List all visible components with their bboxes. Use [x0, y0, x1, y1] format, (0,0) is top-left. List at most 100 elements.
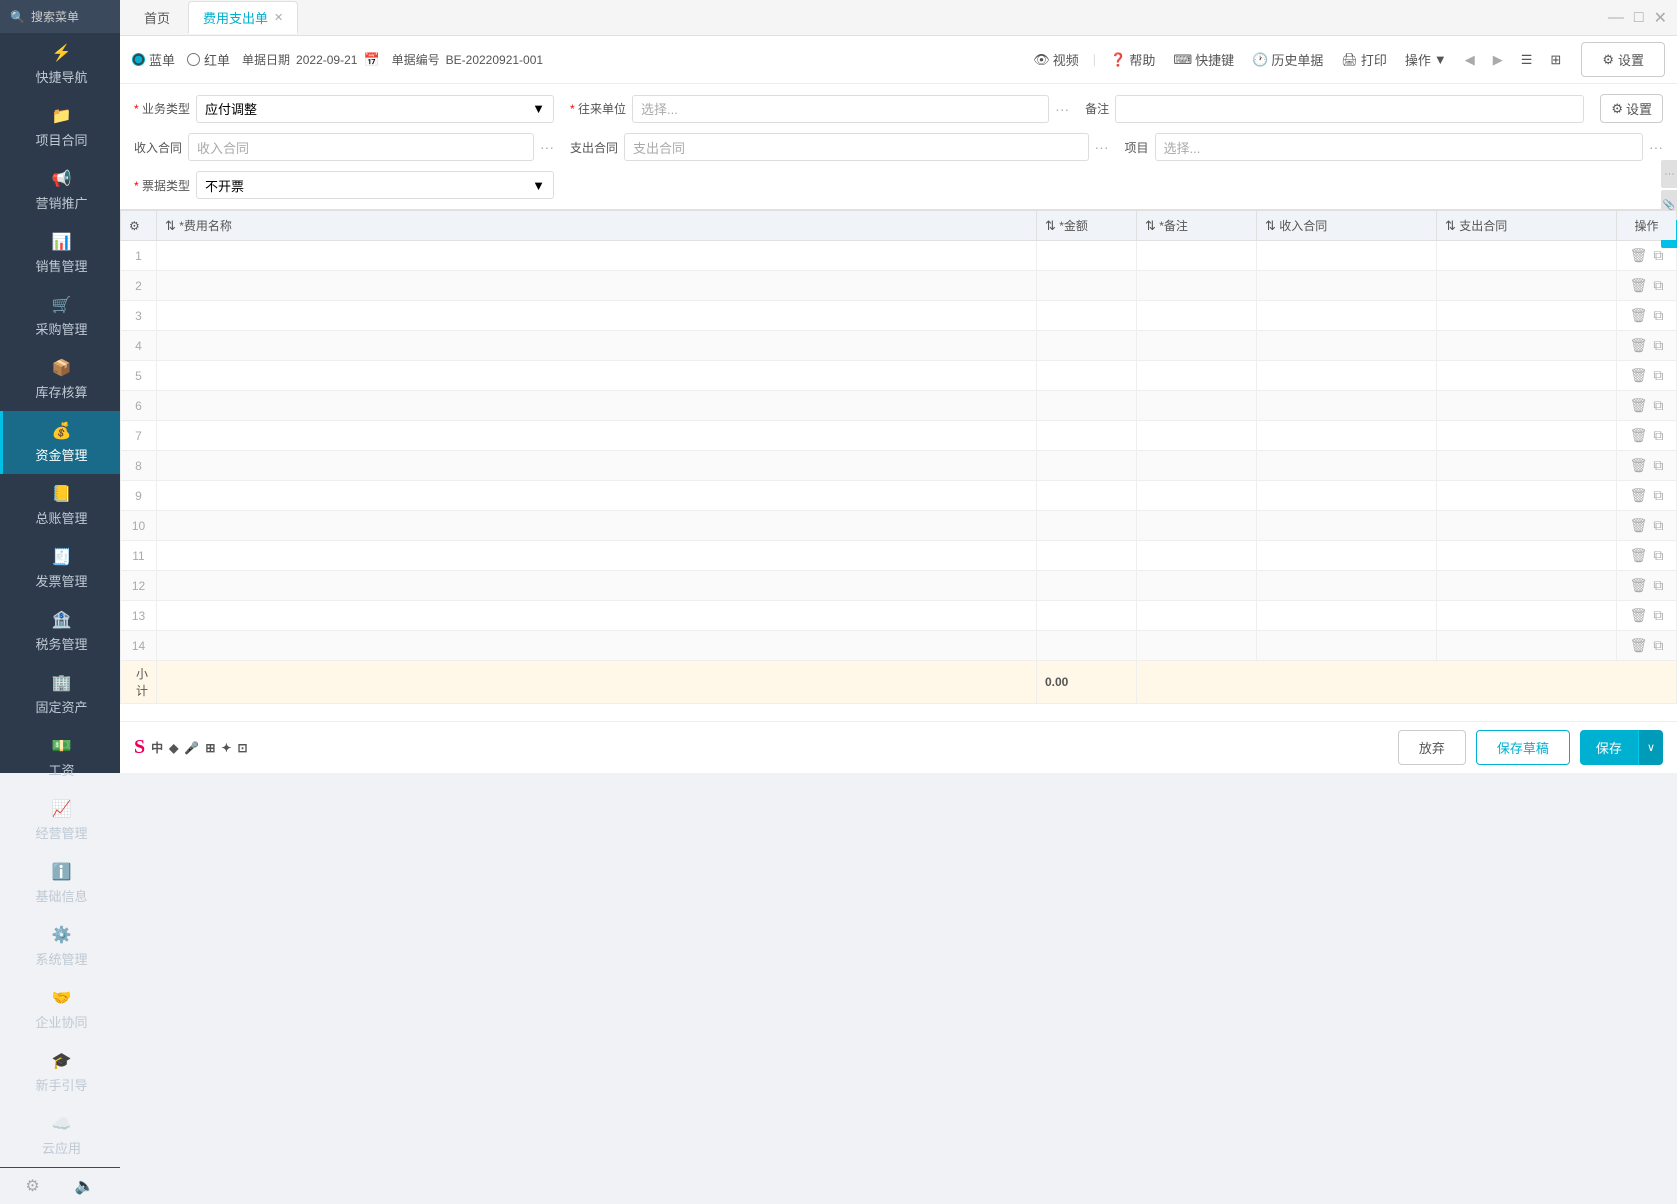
row-amount-1[interactable] [1037, 241, 1137, 271]
row-copy-1[interactable]: ⧉ [1653, 247, 1663, 264]
row-expense-name-2[interactable] [157, 271, 1037, 301]
expense-contract-more-btn[interactable]: ··· [1095, 139, 1109, 155]
row-delete-2[interactable]: 🗑 [1630, 277, 1648, 294]
sidebar-item-payroll[interactable]: 💵工资 [0, 726, 120, 789]
sidebar-item-quick-nav[interactable]: ⚡快捷导航 [0, 33, 120, 96]
row-amount-14[interactable] [1037, 631, 1137, 661]
row-income-contract-9[interactable] [1257, 481, 1437, 511]
sidebar-item-corp-collab[interactable]: 🤝企业协同 [0, 978, 120, 1041]
row-delete-9[interactable]: 🗑 [1630, 487, 1648, 504]
calendar-icon[interactable]: 📅 [363, 52, 379, 68]
row-expense-contract-1[interactable] [1437, 241, 1617, 271]
row-income-contract-8[interactable] [1257, 451, 1437, 481]
row-amount-4[interactable] [1037, 331, 1137, 361]
row-copy-13[interactable]: ⧉ [1653, 607, 1663, 624]
sidebar-item-invoice-mgmt[interactable]: 🧾发票管理 [0, 537, 120, 600]
row-income-contract-3[interactable] [1257, 301, 1437, 331]
row-copy-9[interactable]: ⧉ [1653, 487, 1663, 504]
row-copy-11[interactable]: ⧉ [1653, 547, 1663, 564]
view-grid-btn[interactable]: ⊞ [1546, 50, 1565, 70]
print-btn[interactable]: 🖨 打印 [1337, 48, 1391, 71]
sort-icon[interactable]: ⇅ [165, 218, 176, 233]
radio-blue-label[interactable]: 蓝单 [132, 50, 175, 69]
discard-btn[interactable]: 放弃 [1398, 730, 1466, 765]
row-copy-2[interactable]: ⧉ [1653, 277, 1663, 294]
income-contract-more-btn[interactable]: ··· [540, 139, 554, 155]
row-income-contract-12[interactable] [1257, 571, 1437, 601]
remark-input[interactable] [1115, 95, 1584, 123]
counterpart-input[interactable]: 选择... [632, 95, 1049, 123]
row-delete-8[interactable]: 🗑 [1630, 457, 1648, 474]
sidebar-item-ops-mgmt[interactable]: 📈经营管理 [0, 789, 120, 852]
row-expense-name-6[interactable] [157, 391, 1037, 421]
row-amount-10[interactable] [1037, 511, 1137, 541]
row-expense-contract-14[interactable] [1437, 631, 1617, 661]
row-amount-5[interactable] [1037, 361, 1137, 391]
sidebar-item-sales-mgmt[interactable]: 📊销售管理 [0, 222, 120, 285]
row-expense-contract-6[interactable] [1437, 391, 1617, 421]
tab-expense-bill[interactable]: 费用支出单✕ [188, 1, 298, 34]
row-expense-name-13[interactable] [157, 601, 1037, 631]
radio-red-label[interactable]: 红单 [187, 50, 230, 69]
sort-icon-income[interactable]: ⇅ [1265, 218, 1276, 233]
row-copy-5[interactable]: ⧉ [1653, 367, 1663, 384]
settings-btn[interactable]: ⚙ 设置 [1581, 42, 1665, 77]
row-income-contract-13[interactable] [1257, 601, 1437, 631]
project-input[interactable]: 选择... [1155, 133, 1643, 161]
row-copy-10[interactable]: ⧉ [1653, 517, 1663, 534]
row-remark-2[interactable] [1137, 271, 1257, 301]
row-delete-13[interactable]: 🗑 [1630, 607, 1648, 624]
sidebar-item-fixed-assets[interactable]: 🏢固定资产 [0, 663, 120, 726]
row-expense-name-7[interactable] [157, 421, 1037, 451]
row-expense-contract-13[interactable] [1437, 601, 1617, 631]
biz-type-select[interactable]: 应付调整 ▼ [196, 95, 554, 123]
row-delete-6[interactable]: 🗑 [1630, 397, 1648, 414]
row-expense-name-12[interactable] [157, 571, 1037, 601]
row-income-contract-14[interactable] [1257, 631, 1437, 661]
row-remark-10[interactable] [1137, 511, 1257, 541]
row-expense-contract-7[interactable] [1437, 421, 1617, 451]
sidebar-item-new-guide[interactable]: 🎓新手引导 [0, 1041, 120, 1104]
save-main-btn[interactable]: 保存 [1580, 730, 1638, 765]
sidebar-search[interactable]: 🔍 搜索菜单 [0, 0, 120, 33]
row-expense-contract-12[interactable] [1437, 571, 1617, 601]
row-delete-14[interactable]: 🗑 [1630, 637, 1648, 654]
view-list-btn[interactable]: ☰ [1517, 50, 1537, 70]
row-amount-11[interactable] [1037, 541, 1137, 571]
row-remark-5[interactable] [1137, 361, 1257, 391]
row-income-contract-6[interactable] [1257, 391, 1437, 421]
row-remark-9[interactable] [1137, 481, 1257, 511]
operations-btn[interactable]: 操作 ▼ [1401, 48, 1451, 71]
row-income-contract-7[interactable] [1257, 421, 1437, 451]
expense-contract-input[interactable]: 支出合同 [624, 133, 1088, 161]
row-expense-contract-10[interactable] [1437, 511, 1617, 541]
row-copy-12[interactable]: ⧉ [1653, 577, 1663, 594]
row-remark-3[interactable] [1137, 301, 1257, 331]
row-amount-6[interactable] [1037, 391, 1137, 421]
row-income-contract-1[interactable] [1257, 241, 1437, 271]
window-close[interactable]: ✕ [1654, 8, 1667, 28]
row-delete-12[interactable]: 🗑 [1630, 577, 1648, 594]
row-copy-8[interactable]: ⧉ [1653, 457, 1663, 474]
row-remark-11[interactable] [1137, 541, 1257, 571]
row-expense-contract-5[interactable] [1437, 361, 1617, 391]
audio-icon[interactable]: 🔈 [75, 1176, 95, 1196]
row-expense-name-11[interactable] [157, 541, 1037, 571]
row-remark-1[interactable] [1137, 241, 1257, 271]
row-income-contract-10[interactable] [1257, 511, 1437, 541]
sidebar-item-purchase-mgmt[interactable]: 🛒采购管理 [0, 285, 120, 348]
sidebar-item-project-contract[interactable]: 📁项目合同 [0, 96, 120, 159]
row-expense-name-10[interactable] [157, 511, 1037, 541]
sort-icon-expense[interactable]: ⇅ [1445, 218, 1456, 233]
shortcut-btn[interactable]: ⌨ 快捷键 [1169, 48, 1238, 71]
sidebar-item-cloud-app[interactable]: ☁️云应用 [0, 1104, 120, 1167]
row-expense-name-3[interactable] [157, 301, 1037, 331]
row-delete-10[interactable]: 🗑 [1630, 517, 1648, 534]
sidebar-item-sys-mgmt[interactable]: ⚙️系统管理 [0, 915, 120, 978]
row-delete-11[interactable]: 🗑 [1630, 547, 1648, 564]
row-remark-12[interactable] [1137, 571, 1257, 601]
video-btn[interactable]: 👁 视频 [1029, 48, 1083, 71]
row-amount-3[interactable] [1037, 301, 1137, 331]
tab-home[interactable]: 首页 [130, 2, 184, 33]
row-remark-14[interactable] [1137, 631, 1257, 661]
